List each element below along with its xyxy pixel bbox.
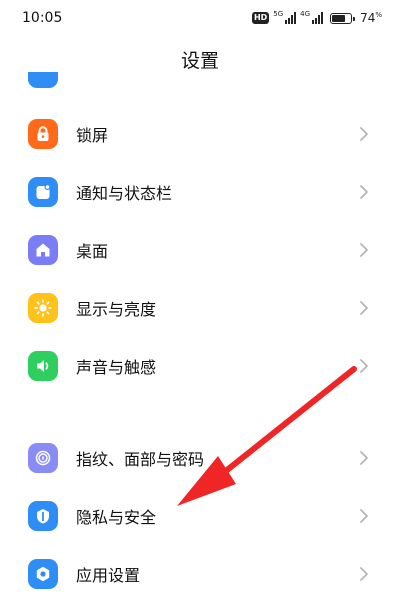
chevron-right-icon [360, 301, 368, 315]
chevron-right-icon [360, 509, 368, 523]
page-title: 设置 [180, 50, 219, 72]
settings-item-label: 锁屏 [76, 126, 109, 145]
settings-item-lock-screen[interactable]: 锁屏 [0, 108, 400, 160]
notification-icon [28, 177, 58, 207]
settings-item-display[interactable]: 显示与亮度 [0, 282, 400, 334]
chevron-right-icon [360, 359, 368, 373]
battery-icon [330, 12, 356, 24]
settings-item-label: 通知与状态栏 [76, 184, 173, 203]
settings-item-label: 声音与触感 [76, 358, 157, 377]
settings-item-app-settings[interactable]: 应用设置 [0, 548, 400, 600]
status-icons: HD 5G 4G 74% [251, 9, 382, 27]
chevron-right-icon [360, 185, 368, 199]
settings-item-label: 显示与亮度 [76, 300, 157, 319]
privacy-shield-icon [28, 501, 58, 531]
signal-icon [285, 12, 297, 24]
status-bar: 10:05 HD 5G 4G 74% [0, 0, 400, 36]
settings-screen: 10:05 HD 5G 4G 74% 设置 锁屏 通知与状态栏 桌面 显示与亮度… [0, 0, 400, 614]
settings-item-privacy-security[interactable]: 隐私与安全 [0, 490, 400, 542]
sun-icon [28, 293, 58, 323]
chevron-right-icon [360, 451, 368, 465]
home-icon [28, 235, 58, 265]
chevron-right-icon [360, 127, 368, 141]
chevron-right-icon [360, 243, 368, 257]
settings-item-desktop[interactable]: 桌面 [0, 224, 400, 276]
settings-item-fingerprint-face-password[interactable]: 指纹、面部与密码 [0, 432, 400, 484]
network-5g-label: 5G [273, 10, 284, 18]
settings-item-label: 隐私与安全 [76, 508, 157, 527]
chevron-right-icon [360, 567, 368, 581]
status-time: 10:05 [22, 10, 63, 26]
settings-item-sound[interactable]: 声音与触感 [0, 340, 400, 392]
app-settings-icon [28, 559, 58, 589]
settings-item-notifications[interactable]: 通知与状态栏 [0, 166, 400, 218]
fingerprint-icon [28, 443, 58, 473]
battery-percent: 74% [360, 11, 382, 25]
signal-icon-2 [312, 12, 324, 24]
lock-icon [28, 119, 58, 149]
hd-badge: HD [251, 12, 270, 24]
settings-item-label: 指纹、面部与密码 [76, 450, 205, 469]
network-4g-label: 4G [300, 10, 311, 18]
settings-item-label: 桌面 [76, 242, 109, 261]
battery-level [332, 14, 346, 22]
settings-item-label: 应用设置 [76, 566, 141, 585]
partial-setting-icon [28, 72, 58, 88]
speaker-icon [28, 351, 58, 381]
